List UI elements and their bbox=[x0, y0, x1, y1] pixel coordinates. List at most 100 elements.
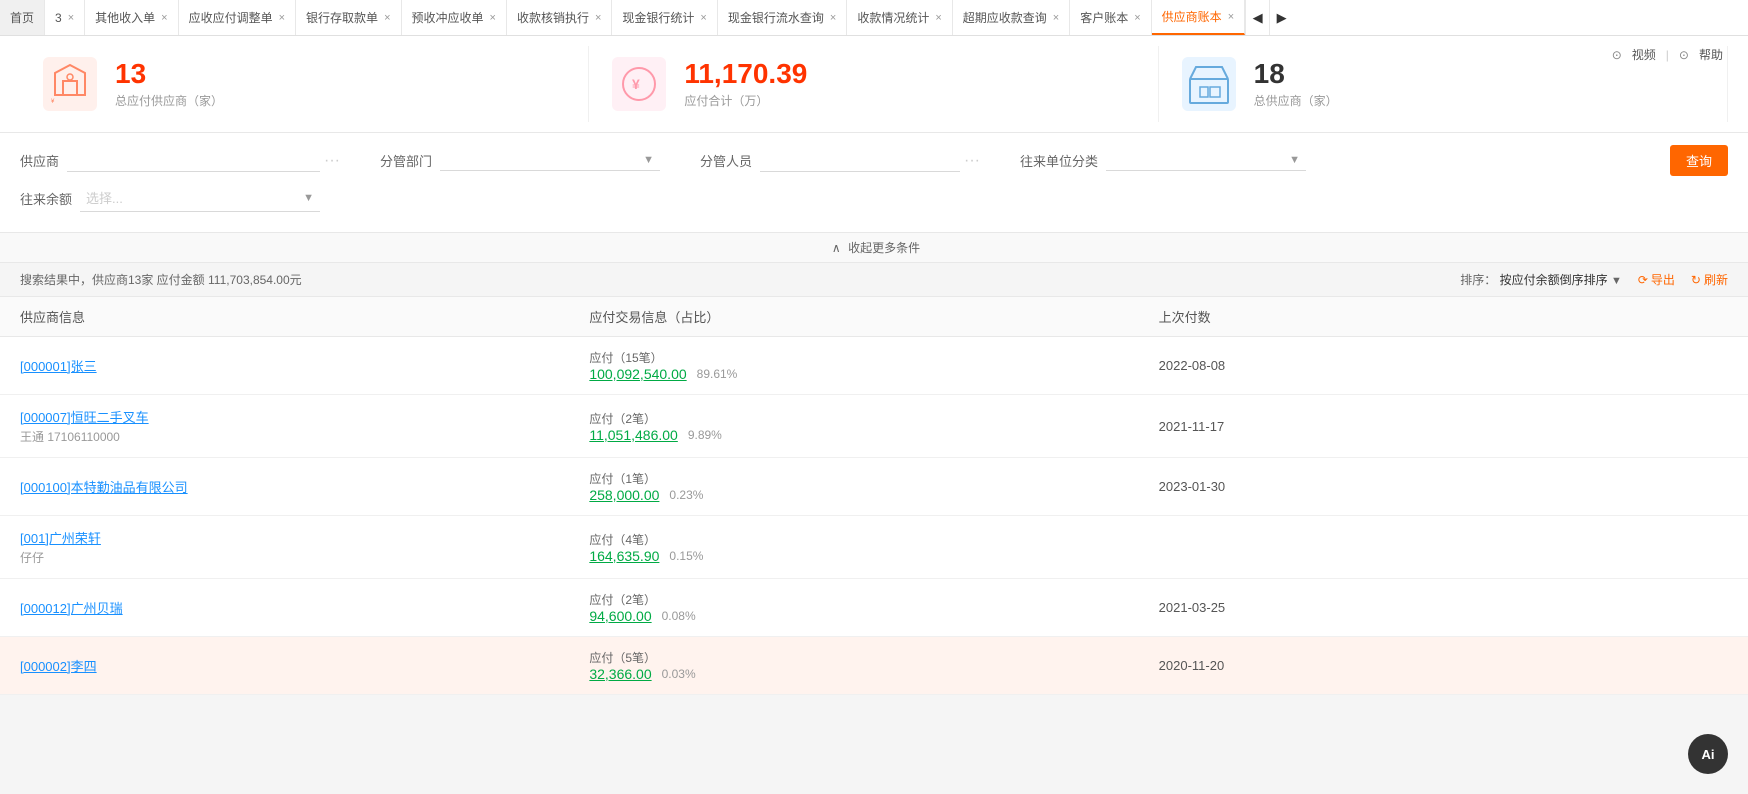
close-icon[interactable]: × bbox=[595, 12, 601, 24]
supplier-name-link[interactable]: [000007]恒旺二手叉车 bbox=[20, 407, 589, 426]
table-row: [000012]广州贝瑞 应付（2笔） 94,600.00 0.08% 2021… bbox=[0, 579, 1748, 637]
nav-item-overdue[interactable]: 超期应收款查询 × bbox=[953, 0, 1070, 35]
nav-item-3[interactable]: 3 × bbox=[45, 0, 85, 35]
supplier-info-cell: [000007]恒旺二手叉车 王通 17106110000 bbox=[20, 407, 589, 445]
nav-item-bank-label: 银行存取款单 bbox=[306, 9, 378, 26]
sort-label: 排序： 按应付余额倒序排序 ▼ bbox=[1460, 271, 1622, 288]
nav-item-advance-label: 预收冲应收单 bbox=[412, 9, 484, 26]
nav-item-advance[interactable]: 预收冲应收单 × bbox=[402, 0, 507, 35]
search-button[interactable]: 查询 bbox=[1670, 145, 1728, 176]
stat-card-payable-suppliers: ¥ 13 总应付供应商（家） bbox=[20, 46, 589, 122]
transaction-amount[interactable]: 94,600.00 bbox=[589, 608, 651, 624]
supplier-input[interactable] bbox=[67, 149, 320, 172]
stats-row: ¥ 13 总应付供应商（家） ¥ 11,170.39 应付合计（万） bbox=[0, 36, 1748, 133]
col-header-supplier: 供应商信息 bbox=[20, 307, 589, 326]
nav-item-bank[interactable]: 银行存取款单 × bbox=[296, 0, 401, 35]
transaction-amount[interactable]: 258,000.00 bbox=[589, 487, 659, 503]
person-label: 分管人员 bbox=[700, 151, 752, 170]
supplier-name-link[interactable]: [001]广州荣轩 bbox=[20, 528, 589, 547]
supplier-info-cell: [000002]李四 bbox=[20, 656, 589, 675]
supplier-name-link[interactable]: [000012]广州贝瑞 bbox=[20, 598, 589, 617]
filter-area: 供应商 ··· 分管部门 ▼ 分管人员 ··· 往来单位分类 ▼ bbox=[0, 133, 1748, 233]
transaction-pct: 0.23% bbox=[669, 488, 703, 502]
transaction-amount-row: 164,635.90 0.15% bbox=[589, 548, 1158, 564]
close-icon[interactable]: × bbox=[935, 12, 941, 24]
filter-row-2: 往来余额 选择... ▼ bbox=[20, 184, 1728, 212]
dept-select[interactable]: ▼ bbox=[440, 150, 660, 171]
nav-left-arrow[interactable]: ◀ bbox=[1245, 0, 1269, 36]
video-link[interactable]: 视频 bbox=[1632, 46, 1656, 63]
help-circle-icon: ⊙ bbox=[1679, 48, 1689, 62]
nav-item-supplier-book[interactable]: 供应商账本 × bbox=[1152, 0, 1245, 35]
transaction-label: 应付（5笔） bbox=[589, 649, 1158, 666]
ai-badge[interactable]: Ai bbox=[1688, 734, 1728, 774]
nav-item-home[interactable]: 首页 bbox=[0, 0, 45, 35]
transaction-amount[interactable]: 11,051,486.00 bbox=[589, 427, 678, 443]
table-row: [000001]张三 应付（15笔） 100,092,540.00 89.61%… bbox=[0, 337, 1748, 395]
payable-suppliers-number: 13 bbox=[115, 60, 223, 88]
refresh-button[interactable]: ↻ 刷新 bbox=[1691, 271, 1728, 288]
close-icon[interactable]: × bbox=[1228, 11, 1234, 23]
nav-item-other-income-label: 其他收入单 bbox=[95, 9, 155, 26]
close-icon[interactable]: × bbox=[1053, 12, 1059, 24]
help-link[interactable]: 帮助 bbox=[1699, 46, 1723, 63]
filter-supplier: 供应商 ··· bbox=[20, 149, 340, 172]
supplier-dots[interactable]: ··· bbox=[324, 152, 340, 170]
stat-content-total-suppliers: 18 总供应商（家） bbox=[1254, 60, 1338, 109]
person-input[interactable] bbox=[760, 149, 960, 172]
transaction-amount[interactable]: 100,092,540.00 bbox=[589, 366, 686, 382]
close-icon[interactable]: × bbox=[830, 12, 836, 24]
close-icon[interactable]: × bbox=[384, 12, 390, 24]
supplier-name-link[interactable]: [000001]张三 bbox=[20, 356, 589, 375]
transaction-amount-row: 32,366.00 0.03% bbox=[589, 666, 1158, 682]
nav-item-home-label: 首页 bbox=[10, 9, 34, 26]
transaction-amount[interactable]: 164,635.90 bbox=[589, 548, 659, 564]
nav-item-verify-label: 收款核销执行 bbox=[517, 9, 589, 26]
refresh-icon: ↻ bbox=[1691, 273, 1701, 287]
close-icon[interactable]: × bbox=[161, 12, 167, 24]
nav-item-overdue-label: 超期应收款查询 bbox=[963, 9, 1047, 26]
result-info-bar: 搜索结果中，供应商13家 应付金额 111,703,854.00元 排序： 按应… bbox=[0, 263, 1748, 297]
balance-select[interactable]: 选择... ▼ bbox=[80, 184, 320, 212]
close-icon[interactable]: × bbox=[700, 12, 706, 24]
nav-item-collection-stats[interactable]: 收款情况统计 × bbox=[847, 0, 952, 35]
close-icon[interactable]: × bbox=[490, 12, 496, 24]
nav-item-adjustment[interactable]: 应收应付调整单 × bbox=[179, 0, 296, 35]
nav-item-verify[interactable]: 收款核销执行 × bbox=[507, 0, 612, 35]
close-icon[interactable]: × bbox=[68, 12, 74, 24]
balance-select-placeholder: 选择... bbox=[86, 188, 123, 207]
sort-chevron-icon[interactable]: ▼ bbox=[1611, 275, 1622, 287]
supplier-info-cell: [000100]本特勤油品有限公司 bbox=[20, 477, 589, 496]
stat-content-payable-amount: 11,170.39 应付合计（万） bbox=[684, 60, 807, 109]
supplier-name-link[interactable]: [000100]本特勤油品有限公司 bbox=[20, 477, 589, 496]
transaction-amount[interactable]: 32,366.00 bbox=[589, 666, 651, 682]
category-select[interactable]: ▼ bbox=[1106, 150, 1306, 171]
nav-item-adjustment-label: 应收应付调整单 bbox=[189, 9, 273, 26]
close-icon[interactable]: × bbox=[1134, 12, 1140, 24]
export-icon: ⟳ bbox=[1638, 273, 1648, 287]
transaction-label: 应付（1笔） bbox=[589, 470, 1158, 487]
payable-amount-icon: ¥ bbox=[609, 54, 669, 114]
table-row: [000002]李四 应付（5笔） 32,366.00 0.03% 2020-1… bbox=[0, 637, 1748, 695]
export-button[interactable]: ⟳ 导出 bbox=[1638, 271, 1675, 288]
nav-item-other-income[interactable]: 其他收入单 × bbox=[85, 0, 178, 35]
nav-item-cash-flow[interactable]: 现金银行流水查询 × bbox=[718, 0, 847, 35]
last-pay-cell: 2021-11-17 bbox=[1159, 419, 1728, 434]
stat-card-payable-amount: ¥ 11,170.39 应付合计（万） bbox=[589, 46, 1158, 122]
person-dots[interactable]: ··· bbox=[964, 152, 980, 170]
close-icon[interactable]: × bbox=[279, 12, 285, 24]
nav-item-customer-book[interactable]: 客户账本 × bbox=[1070, 0, 1151, 35]
nav-right-arrow[interactable]: ▶ bbox=[1269, 0, 1293, 36]
nav-item-cash-stats[interactable]: 现金银行统计 × bbox=[612, 0, 717, 35]
result-summary: 搜索结果中，供应商13家 应付金额 111,703,854.00元 bbox=[20, 271, 302, 288]
transaction-label: 应付（2笔） bbox=[589, 410, 1158, 427]
supplier-name-link[interactable]: [000002]李四 bbox=[20, 656, 589, 675]
collapse-bar[interactable]: ∧ 收起更多条件 bbox=[0, 233, 1748, 263]
supplier-sub: 王通 17106110000 bbox=[20, 428, 589, 445]
transaction-cell: 应付（15笔） 100,092,540.00 89.61% bbox=[589, 349, 1158, 382]
nav-item-collection-stats-label: 收款情况统计 bbox=[857, 9, 929, 26]
sort-select[interactable]: 按应付余额倒序排序 bbox=[1500, 273, 1608, 287]
category-label: 往来单位分类 bbox=[1020, 151, 1098, 170]
separator: | bbox=[1666, 48, 1669, 62]
transaction-pct: 89.61% bbox=[697, 367, 738, 381]
